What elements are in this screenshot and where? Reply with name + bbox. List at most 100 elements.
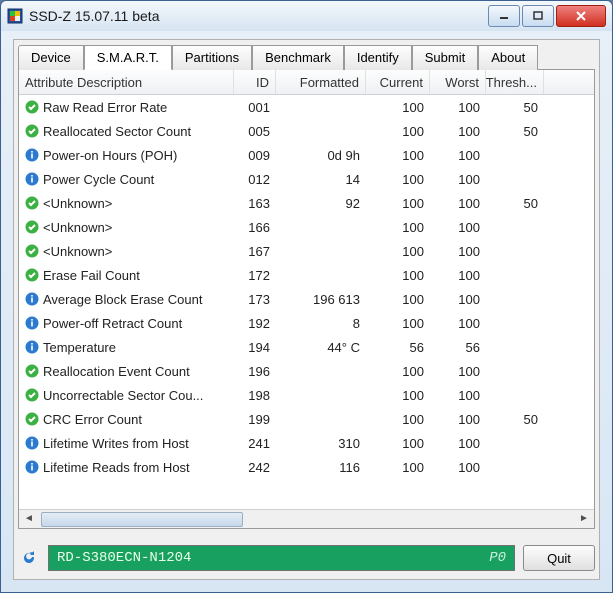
attr-worst: 100 <box>430 220 486 235</box>
status-ok-icon <box>25 244 39 258</box>
tab-benchmark[interactable]: Benchmark <box>252 45 344 70</box>
attr-threshold: 50 <box>486 196 544 211</box>
attr-desc: Reallocated Sector Count <box>43 124 191 139</box>
close-button[interactable] <box>556 5 606 27</box>
attr-worst: 56 <box>430 340 486 355</box>
attr-current: 100 <box>366 244 430 259</box>
table-row[interactable]: Lifetime Reads from Host242116100100 <box>19 455 594 479</box>
status-ok-icon <box>25 268 39 282</box>
table-row[interactable]: Temperature19444° C5656 <box>19 335 594 359</box>
attr-formatted: 310 <box>276 436 366 451</box>
col-header-formatted[interactable]: Formatted <box>276 70 366 94</box>
footer-bar: RD-S380ECN-N1204 P0 Quit <box>18 543 595 573</box>
attr-desc: Reallocation Event Count <box>43 364 190 379</box>
status-ok-icon <box>25 124 39 138</box>
attr-desc: Power-on Hours (POH) <box>43 148 177 163</box>
attr-current: 100 <box>366 316 430 331</box>
attr-desc: Uncorrectable Sector Cou... <box>43 388 203 403</box>
attr-worst: 100 <box>430 148 486 163</box>
list-body[interactable]: Raw Read Error Rate00110010050Reallocate… <box>19 95 594 509</box>
table-row[interactable]: Power-off Retract Count1928100100 <box>19 311 594 335</box>
attr-id: 012 <box>234 172 276 187</box>
col-header-worst[interactable]: Worst <box>430 70 486 94</box>
table-row[interactable]: Reallocation Event Count196100100 <box>19 359 594 383</box>
titlebar[interactable]: SSD-Z 15.07.11 beta <box>1 1 612 31</box>
tab-identify[interactable]: Identify <box>344 45 412 70</box>
attr-desc: Power Cycle Count <box>43 172 154 187</box>
attr-current: 100 <box>366 148 430 163</box>
attr-current: 100 <box>366 388 430 403</box>
tab-device[interactable]: Device <box>18 45 84 70</box>
attr-id: 173 <box>234 292 276 307</box>
attr-current: 100 <box>366 412 430 427</box>
attr-desc: Raw Read Error Rate <box>43 100 167 115</box>
table-row[interactable]: CRC Error Count19910010050 <box>19 407 594 431</box>
tab-about[interactable]: About <box>478 45 538 70</box>
scroll-left-icon[interactable]: ◄ <box>21 511 37 526</box>
table-row[interactable]: <Unknown>166100100 <box>19 215 594 239</box>
attr-current: 100 <box>366 268 430 283</box>
attr-desc: CRC Error Count <box>43 412 142 427</box>
device-field[interactable]: RD-S380ECN-N1204 P0 <box>48 545 515 571</box>
table-row[interactable]: <Unknown>1639210010050 <box>19 191 594 215</box>
table-row[interactable]: Uncorrectable Sector Cou...198100100 <box>19 383 594 407</box>
client-area: DeviceS.M.A.R.T.PartitionsBenchmarkIdent… <box>13 39 600 580</box>
horizontal-scrollbar[interactable]: ◄ ► <box>19 509 594 528</box>
attr-desc: <Unknown> <box>43 220 112 235</box>
tab-submit[interactable]: Submit <box>412 45 478 70</box>
table-row[interactable]: Reallocated Sector Count00510010050 <box>19 119 594 143</box>
quit-button[interactable]: Quit <box>523 545 595 571</box>
attr-desc: Power-off Retract Count <box>43 316 182 331</box>
status-info-icon <box>25 460 39 474</box>
col-header-current[interactable]: Current <box>366 70 430 94</box>
attr-id: 005 <box>234 124 276 139</box>
table-row[interactable]: <Unknown>167100100 <box>19 239 594 263</box>
attr-formatted: 0d 9h <box>276 148 366 163</box>
col-header-threshold[interactable]: Thresh... <box>486 70 544 94</box>
attr-worst: 100 <box>430 244 486 259</box>
attr-desc: Lifetime Writes from Host <box>43 436 189 451</box>
tab-smart[interactable]: S.M.A.R.T. <box>84 45 172 70</box>
attr-formatted: 116 <box>276 460 366 475</box>
attr-worst: 100 <box>430 364 486 379</box>
attr-formatted: 8 <box>276 316 366 331</box>
attr-formatted: 44° C <box>276 340 366 355</box>
maximize-button[interactable] <box>522 5 554 27</box>
status-ok-icon <box>25 220 39 234</box>
table-row[interactable]: Raw Read Error Rate00110010050 <box>19 95 594 119</box>
status-ok-icon <box>25 100 39 114</box>
attr-desc: Temperature <box>43 340 116 355</box>
attr-current: 100 <box>366 124 430 139</box>
attr-worst: 100 <box>430 268 486 283</box>
table-row[interactable]: Power Cycle Count01214100100 <box>19 167 594 191</box>
attr-id: 009 <box>234 148 276 163</box>
attr-threshold: 50 <box>486 124 544 139</box>
table-row[interactable]: Lifetime Writes from Host241310100100 <box>19 431 594 455</box>
attr-worst: 100 <box>430 460 486 475</box>
scroll-thumb[interactable] <box>41 512 243 527</box>
table-row[interactable]: Erase Fail Count172100100 <box>19 263 594 287</box>
status-info-icon <box>25 148 39 162</box>
minimize-button[interactable] <box>488 5 520 27</box>
attr-desc: <Unknown> <box>43 244 112 259</box>
col-header-desc[interactable]: Attribute Description <box>19 70 234 94</box>
attr-current: 100 <box>366 100 430 115</box>
attr-worst: 100 <box>430 196 486 211</box>
status-info-icon <box>25 436 39 450</box>
attr-id: 196 <box>234 364 276 379</box>
attr-worst: 100 <box>430 172 486 187</box>
table-row[interactable]: Average Block Erase Count173196 61310010… <box>19 287 594 311</box>
scroll-right-icon[interactable]: ► <box>576 511 592 526</box>
refresh-icon <box>21 550 37 566</box>
attr-current: 100 <box>366 196 430 211</box>
refresh-button[interactable] <box>18 547 40 569</box>
tab-partitions[interactable]: Partitions <box>172 45 252 70</box>
table-row[interactable]: Power-on Hours (POH)0090d 9h100100 <box>19 143 594 167</box>
app-icon <box>7 8 23 24</box>
col-header-id[interactable]: ID <box>234 70 276 94</box>
attr-id: 001 <box>234 100 276 115</box>
device-name: RD-S380ECN-N1204 <box>57 550 191 566</box>
attr-current: 56 <box>366 340 430 355</box>
list-header: Attribute Description ID Formatted Curre… <box>19 70 594 95</box>
status-info-icon <box>25 172 39 186</box>
